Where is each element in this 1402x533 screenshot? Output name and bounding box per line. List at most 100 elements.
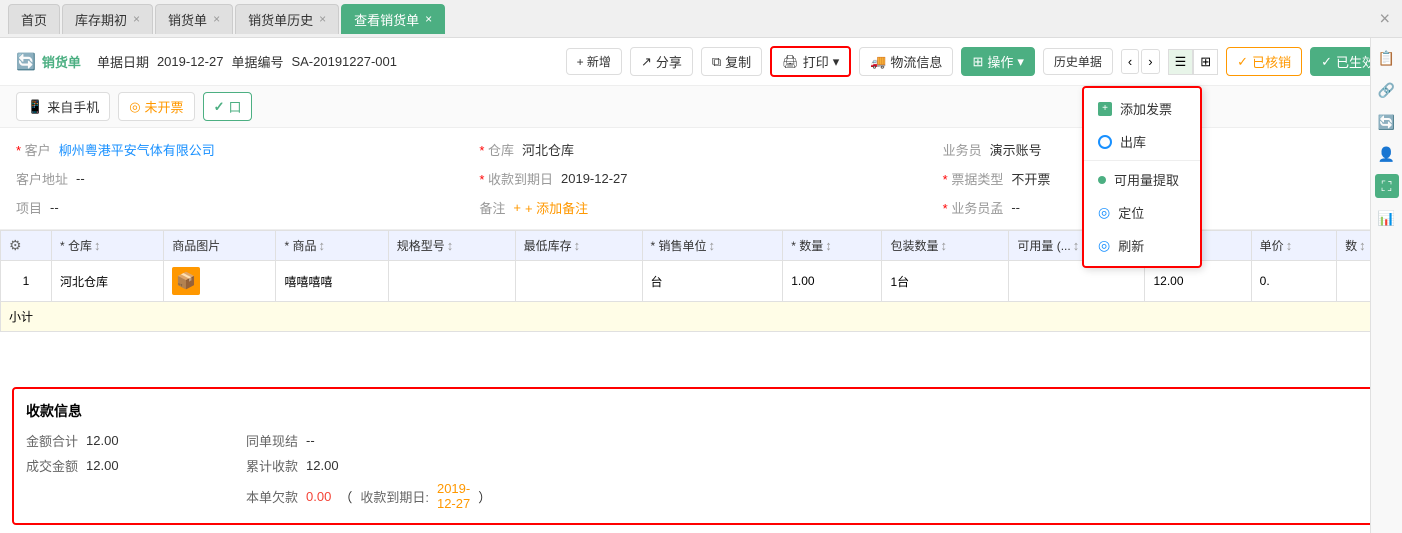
- ticket-value: 不开票: [1011, 169, 1050, 188]
- check-btn[interactable]: ✓ 口: [203, 92, 253, 121]
- customer-value[interactable]: 柳州粤港平安气体有限公司: [59, 140, 215, 159]
- ticket-icon: ◎: [129, 99, 140, 115]
- due-date-display: 2019-12-27: [437, 481, 470, 511]
- dropdown-divider: [1084, 160, 1200, 161]
- tab-sales-history-close[interactable]: ×: [319, 12, 326, 26]
- operate-dropdown: + 添加发票 出库 可用量提取 ◎ 定位 ◎ 刷新: [1082, 86, 1202, 268]
- copy-label: 复制: [725, 52, 751, 71]
- tab-home[interactable]: 首页: [8, 4, 60, 34]
- tab-view-sales[interactable]: 查看销货单 ×: [341, 4, 445, 34]
- add-invoice-item[interactable]: + 添加发票: [1084, 92, 1200, 125]
- sold-status-btn[interactable]: ✓ 已核销: [1226, 47, 1302, 76]
- tab-sales-history-label: 销货单历史: [248, 10, 313, 29]
- customer-label: 客户: [16, 140, 51, 159]
- new-button[interactable]: + 新增: [566, 48, 622, 75]
- operate-button[interactable]: ⊞ 操作 ▾: [961, 47, 1034, 76]
- sold-label: 已核销: [1252, 52, 1291, 71]
- col-pack-qty: 包装数量↕: [882, 231, 1009, 261]
- locate-item[interactable]: ◎ 定位: [1084, 196, 1200, 229]
- total-row: 金额合计 12.00: [26, 431, 226, 450]
- row-img: 📦: [164, 261, 276, 302]
- cumulative-row: 累计收款 12.00: [246, 456, 446, 475]
- same-order-row: 同单现结 --: [246, 431, 446, 450]
- quantity-item[interactable]: 可用量提取: [1084, 163, 1200, 196]
- print-button[interactable]: 🖨 打印 ▾: [770, 46, 851, 77]
- window-close-icon[interactable]: ×: [1379, 8, 1390, 29]
- product-image-icon: 📦: [176, 271, 196, 291]
- row-price: 0.: [1251, 261, 1336, 302]
- prev-arrow[interactable]: ‹: [1121, 49, 1139, 74]
- col-min-stock: 最低库存↕: [515, 231, 642, 261]
- add-note-label: + 添加备注: [525, 198, 588, 217]
- sidebar-icon-2[interactable]: 🔗: [1375, 78, 1399, 102]
- tab-sales-history[interactable]: 销货单历史 ×: [235, 4, 339, 34]
- settings-icon[interactable]: ⚙: [9, 237, 22, 253]
- tab-inventory[interactable]: 库存期初 ×: [62, 4, 153, 34]
- row-qty: 1.00: [783, 261, 882, 302]
- check-label: 口: [228, 97, 241, 116]
- refresh-item[interactable]: ◎ 刷新: [1084, 229, 1200, 262]
- same-order-value: --: [306, 433, 315, 448]
- subtotal-label: 小计: [1, 302, 1402, 332]
- row-unit: 台: [642, 261, 783, 302]
- refresh-label: 刷新: [1118, 236, 1144, 255]
- note-row: 备注 + + 添加备注: [479, 198, 922, 217]
- due-date-label: 收款到期日: [479, 169, 553, 188]
- tab-home-label: 首页: [21, 10, 47, 29]
- quantity-dot: [1098, 176, 1106, 184]
- doc-header: 🔄 销货单 单据日期 2019-12-27 单据编号 SA-20191227-0…: [0, 38, 1402, 86]
- operate-label: 操作: [987, 52, 1013, 71]
- next-arrow[interactable]: ›: [1141, 49, 1159, 74]
- payment-grid: 金额合计 12.00 同单现结 -- 成交金额 12.00 累计收款 12.00…: [26, 431, 1376, 511]
- salesperson-label: 业务员孟: [943, 198, 1004, 217]
- sidebar-icon-4[interactable]: 👤: [1375, 142, 1399, 166]
- project-row: 项目 --: [16, 198, 459, 217]
- effect-check-icon: ✓: [1321, 54, 1332, 70]
- owed-bracket: ）: [478, 487, 491, 506]
- view-toggle: ☰ ⊞: [1168, 49, 1219, 75]
- sidebar-icon-1[interactable]: 📋: [1375, 46, 1399, 70]
- tab-view-sales-close[interactable]: ×: [425, 12, 432, 26]
- history-button[interactable]: 历史单据: [1043, 48, 1113, 75]
- cumulative-label: 累计收款: [246, 456, 298, 475]
- salesperson-value: --: [1011, 200, 1020, 215]
- col-settings[interactable]: ⚙: [1, 231, 52, 261]
- copy-button[interactable]: ⧉ 复制: [701, 47, 762, 76]
- from-phone-btn[interactable]: 📱 来自手机: [16, 92, 110, 121]
- number-label: 单据编号: [231, 52, 283, 71]
- doc-title-label: 销货单: [42, 52, 81, 71]
- copy-icon: ⧉: [712, 54, 721, 70]
- tab-sales[interactable]: 销货单 ×: [155, 4, 233, 34]
- note-label: 备注: [479, 198, 505, 217]
- add-note-btn[interactable]: + + 添加备注: [513, 198, 588, 217]
- address-value: --: [76, 171, 85, 186]
- print-dropdown-icon: ▾: [833, 54, 840, 70]
- tab-inventory-close[interactable]: ×: [133, 12, 140, 26]
- row-index: 1: [1, 261, 52, 302]
- staff-value: 演示账号: [990, 140, 1042, 159]
- not-open-btn[interactable]: ◎ 未开票: [118, 92, 194, 121]
- tab-sales-close[interactable]: ×: [213, 12, 220, 26]
- col-product: * 商品↕: [276, 231, 388, 261]
- tab-sales-label: 销货单: [168, 10, 207, 29]
- share-icon: ↗: [641, 54, 652, 70]
- sidebar-icon-3[interactable]: 🔄: [1375, 110, 1399, 134]
- col-img: 商品图片: [164, 231, 276, 261]
- subtotal-row: 小计: [1, 302, 1402, 332]
- cumulative-value: 12.00: [306, 458, 339, 473]
- project-value: --: [50, 200, 59, 215]
- total-label: 金额合计: [26, 431, 78, 450]
- grid-view-btn[interactable]: ⊞: [1193, 49, 1218, 75]
- share-button[interactable]: ↗ 分享: [630, 47, 693, 76]
- outbound-item[interactable]: 出库: [1084, 125, 1200, 158]
- row-warehouse: 河北仓库: [52, 261, 164, 302]
- payment-panel: 收款信息 金额合计 12.00 同单现结 -- 成交金额 12.00 累计收款 …: [12, 387, 1390, 525]
- logistics-button[interactable]: 🚚 物流信息: [859, 47, 953, 76]
- ticket-label: 票据类型: [943, 169, 1004, 188]
- phone-icon: 📱: [27, 99, 43, 115]
- col-unit: * 销售单位↕: [642, 231, 783, 261]
- owed-row: 本单欠款 0.00 （ 收款到期日: 2019-12-27 ）: [246, 481, 446, 511]
- list-view-btn[interactable]: ☰: [1168, 49, 1194, 75]
- sidebar-icon-5[interactable]: ⛶: [1375, 174, 1399, 198]
- sidebar-icon-6[interactable]: 📊: [1375, 206, 1399, 230]
